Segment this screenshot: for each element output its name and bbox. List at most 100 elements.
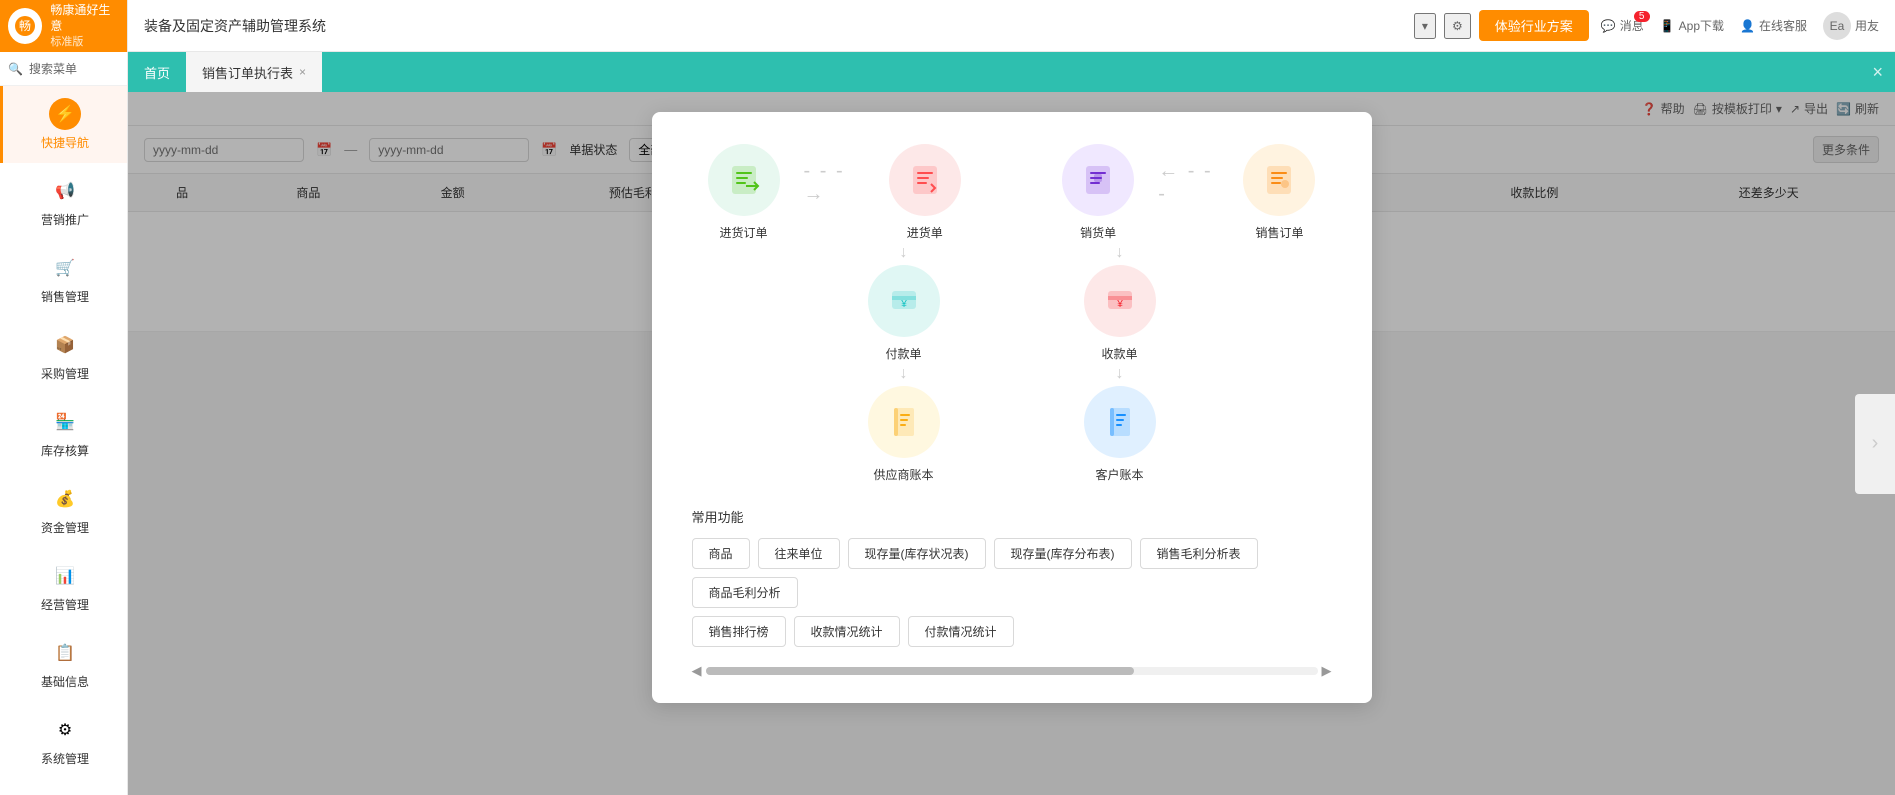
message-btn[interactable]: 💬 消息 5 [1601,17,1644,34]
sidebar-item-marketing[interactable]: 📢 营销推广 [0,163,127,240]
svg-text:¥: ¥ [900,299,907,310]
purchase-bill-icon [889,144,961,216]
sidebar-item-quick-nav[interactable]: ⚡ 快捷导航 [0,86,127,163]
flow-row-2: ¥ 付款单 [692,265,1332,362]
node-sales-bill[interactable]: 销货单 [1046,144,1150,241]
dropdown-btn[interactable]: ▾ [1414,13,1436,39]
scroll-right-arrow[interactable]: ▶ [1322,663,1332,679]
online-service-btn[interactable]: 👤 在线客服 [1740,17,1807,34]
sidebar-item-enterprise[interactable]: 🤝 企业协同 [0,779,127,795]
sidebar-item-inventory[interactable]: 🏪 库存核算 [0,394,127,471]
cf-btn-receipt-stats[interactable]: 收款情况统计 [794,616,900,647]
cf-btn-sales-rank[interactable]: 销售排行榜 [692,616,786,647]
flow-row-1: 进货订单 - - - → [692,144,1332,241]
logo-area: 畅 畅康通好生意 标准版 [0,0,127,52]
payment-bill-label: 付款单 [885,345,921,362]
main-area: 装备及固定资产辅助管理系统 ▾ ⚙ 体验行业方案 💬 消息 5 📱 App下载 … [128,0,1895,795]
operations-label: 经营管理 [41,596,89,613]
customer-ledger-label: 客户账本 [1095,466,1143,483]
down-arrow-4: ↓ [1060,362,1180,386]
purchase-bill-label: 进货单 [907,224,943,241]
cf-btn-product[interactable]: 商品 [692,538,750,569]
system-title: 装备及固定资产辅助管理系统 [144,16,1402,36]
basic-info-label: 基础信息 [41,673,89,690]
user-menu[interactable]: Ea 用友 [1823,12,1879,40]
sidebar-item-basic-info[interactable]: 📋 基础信息 [0,625,127,702]
node-payment-bill[interactable]: ¥ 付款单 [844,265,964,362]
close-all-btn[interactable]: × [1872,62,1883,82]
sales-bill-label: 销货单 [1080,224,1116,241]
node-sales-order[interactable]: 销售订单 [1227,144,1331,241]
scroll-thumb[interactable] [706,667,1134,675]
down-arrow-3: ↓ [844,362,964,386]
sales-bill-icon [1062,144,1134,216]
sidebar-item-operations[interactable]: 📊 经营管理 [0,548,127,625]
message-badge: 5 [1634,11,1650,22]
cf-buttons-2: 销售排行榜 收款情况统计 付款情况统计 [692,616,1332,647]
cf-btn-payment-stats[interactable]: 付款情况统计 [908,616,1014,647]
settings-gear-btn[interactable]: ⚙ [1444,13,1471,39]
popup-scroll-area: ◀ ▶ [692,663,1332,679]
tab-sales-order-label: 销售订单执行表 [202,63,293,82]
purchase-order-icon [708,144,780,216]
node-supplier-ledger[interactable]: 供应商账本 [844,386,964,483]
user-avatar: Ea [1823,12,1851,40]
scroll-left-arrow[interactable]: ◀ [692,663,702,679]
payment-bill-icon: ¥ [868,265,940,337]
flow-row-3: 供应商账本 [692,386,1332,483]
tabs-right: × [1872,62,1895,83]
search-icon: 🔍 [8,62,23,76]
node-receipt-bill[interactable]: ¥ 收款单 [1060,265,1180,362]
overlay[interactable]: 进货订单 - - - → [128,92,1895,795]
finance-icon: 💰 [49,483,81,515]
cf-btn-product-margin[interactable]: 商品毛利分析 [692,577,798,608]
purchase-icon: 📦 [49,329,81,361]
sidebar: 畅 畅康通好生意 标准版 🔍 搜索菜单 ⚡ 快捷导航 📢 营销推广 🛒 销售管理 [0,0,128,795]
inventory-label: 库存核算 [41,442,89,459]
tab-sales-order[interactable]: 销售订单执行表 × [186,52,322,92]
download-icon: 📱 [1660,19,1675,33]
tabs-bar: 首页 销售订单执行表 × × [128,52,1895,92]
inventory-icon: 🏪 [49,406,81,438]
app-download-label: App下载 [1679,17,1724,34]
flow-arrow-row-2: ↓ ↓ [692,362,1332,386]
svg-text:¥: ¥ [1116,299,1123,310]
cf-btn-inventory-dist[interactable]: 现存量(库存分布表) [994,538,1132,569]
search-label: 搜索菜单 [29,60,77,77]
cf-btn-partner[interactable]: 往来单位 [758,538,840,569]
node-purchase-bill[interactable]: 进货单 [873,144,977,241]
tab-close-btn[interactable]: × [299,65,306,79]
arrow-h-1: - - - → [796,160,873,206]
sidebar-item-system[interactable]: ⚙ 系统管理 [0,702,127,779]
node-customer-ledger[interactable]: 客户账本 [1060,386,1180,483]
cf-title: 常用功能 [692,507,1332,526]
sidebar-item-purchase[interactable]: 📦 采购管理 [0,317,127,394]
supplier-ledger-label: 供应商账本 [873,466,933,483]
right-decoration: › [1855,394,1895,494]
experience-btn[interactable]: 体验行业方案 [1479,10,1589,41]
topbar-controls: ▾ ⚙ 体验行业方案 [1414,10,1589,41]
logo-icon: 畅 [8,8,42,44]
online-service-label: 在线客服 [1759,17,1807,34]
cf-btn-inventory-status[interactable]: 现存量(库存状况表) [848,538,986,569]
flow-diagram: 进货订单 - - - → [692,144,1332,483]
tab-home[interactable]: 首页 [128,52,186,92]
operations-icon: 📊 [49,560,81,592]
sidebar-nav: ⚡ 快捷导航 📢 营销推广 🛒 销售管理 📦 采购管理 🏪 库存核算 💰 [0,86,127,795]
sales-label: 销售管理 [41,288,89,305]
search-menu[interactable]: 🔍 搜索菜单 [0,52,127,86]
scroll-track [706,667,1318,675]
popup-card: 进货订单 - - - → [652,112,1372,703]
node-purchase-order[interactable]: 进货订单 [692,144,796,241]
svg-text:畅: 畅 [19,19,31,33]
purchase-label: 采购管理 [41,365,89,382]
sidebar-item-finance[interactable]: 💰 资金管理 [0,471,127,548]
app-download-btn[interactable]: 📱 App下载 [1660,17,1724,34]
topbar: 装备及固定资产辅助管理系统 ▾ ⚙ 体验行业方案 💬 消息 5 📱 App下载 … [128,0,1895,52]
system-label: 系统管理 [41,750,89,767]
cf-btn-sales-margin[interactable]: 销售毛利分析表 [1140,538,1258,569]
sidebar-item-sales[interactable]: 🛒 销售管理 [0,240,127,317]
marketing-icon: 📢 [49,175,81,207]
logo-text: 畅康通好生意 标准版 [50,2,119,51]
service-icon: 👤 [1740,19,1755,33]
